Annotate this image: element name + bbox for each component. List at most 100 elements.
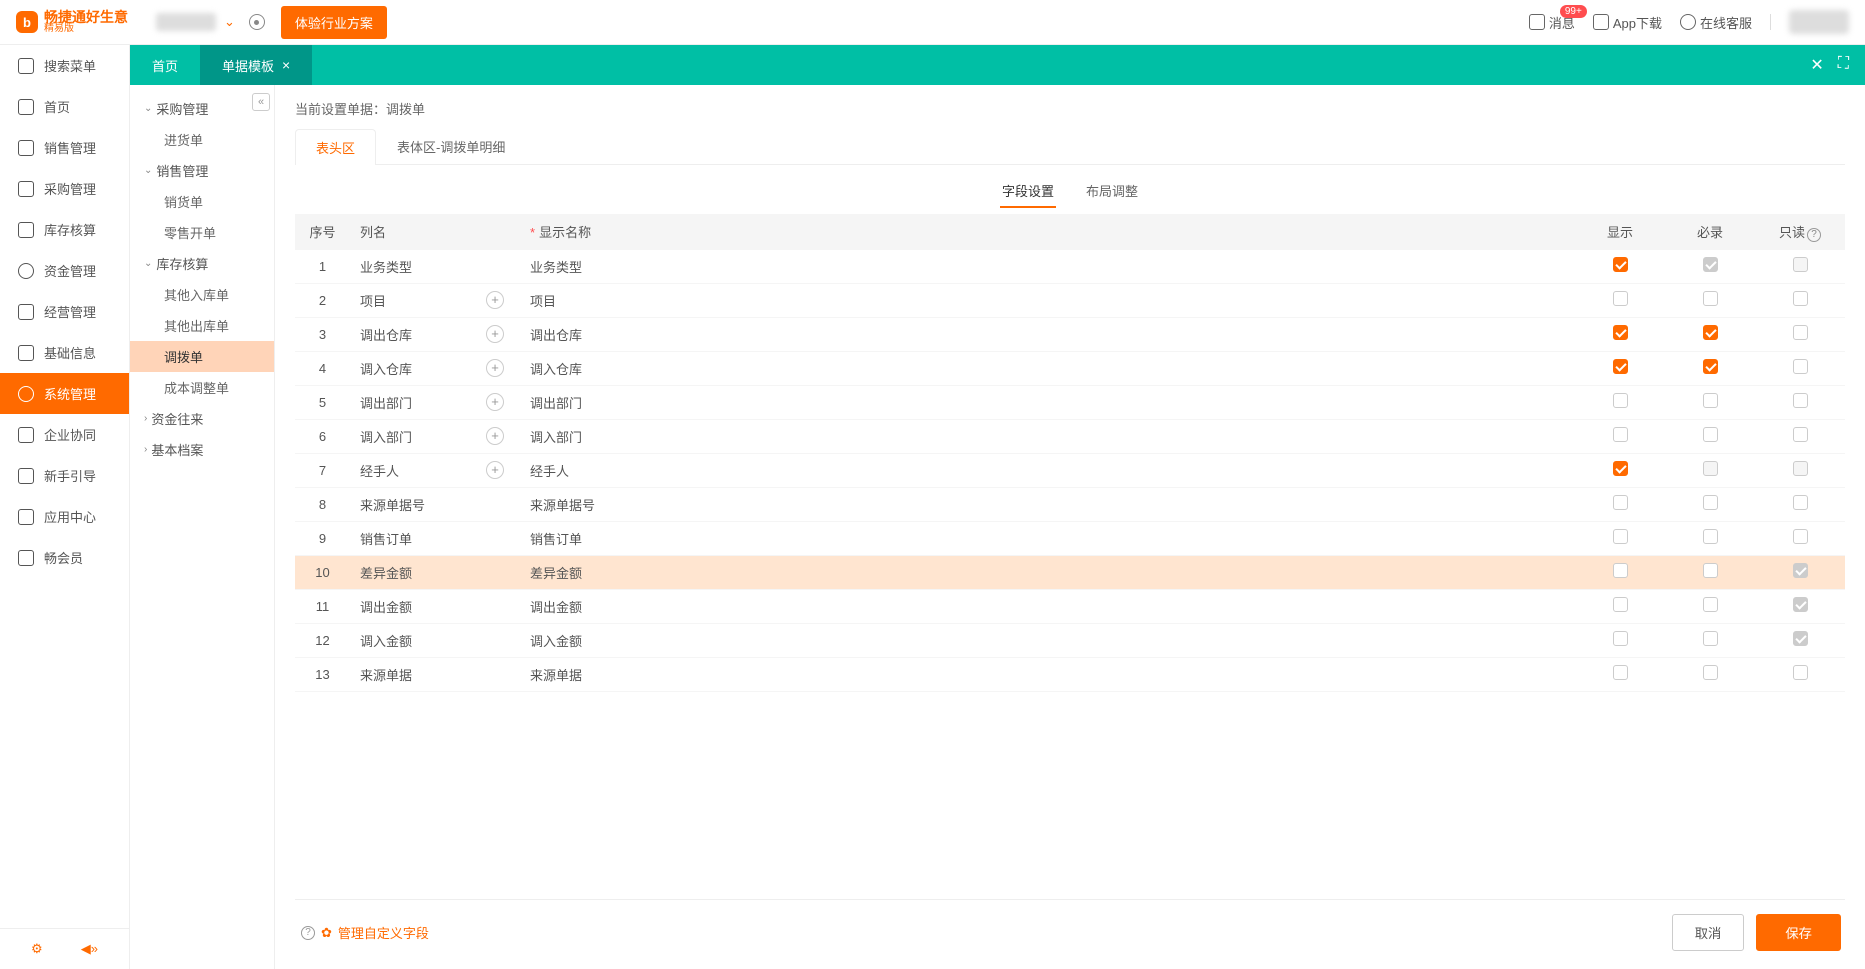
checkbox[interactable]: [1613, 461, 1628, 476]
section-tab[interactable]: 表体区-调拨单明细: [376, 128, 526, 164]
subnav-item[interactable]: 进货单: [130, 124, 274, 155]
checkbox[interactable]: [1703, 393, 1718, 408]
checkbox[interactable]: [1613, 257, 1628, 272]
checkbox[interactable]: [1613, 393, 1628, 408]
messages-button[interactable]: 消息 99+: [1529, 13, 1575, 32]
subnav-item[interactable]: 其他入库单: [130, 279, 274, 310]
subnav-item[interactable]: 调拨单: [130, 341, 274, 372]
subnav-item[interactable]: 零售开单: [130, 217, 274, 248]
checkbox[interactable]: [1613, 495, 1628, 510]
cell-display-name[interactable]: 销售订单: [520, 521, 1575, 555]
plus-icon[interactable]: +: [486, 393, 504, 411]
nav-item-vip[interactable]: 畅会员: [0, 537, 129, 578]
checkbox[interactable]: [1793, 529, 1808, 544]
cell-display-name[interactable]: 差异金额: [520, 555, 1575, 589]
collapse-subnav-icon[interactable]: «: [252, 93, 270, 111]
checkbox[interactable]: [1793, 665, 1808, 680]
cell-display-name[interactable]: 经手人: [520, 453, 1575, 487]
checkbox[interactable]: [1613, 359, 1628, 374]
checkbox[interactable]: [1793, 359, 1808, 374]
tab-首页[interactable]: 首页: [130, 45, 200, 85]
subnav-group[interactable]: ›基本档案: [130, 434, 274, 465]
chevron-down-icon[interactable]: ⌄: [224, 14, 235, 30]
settings-icon[interactable]: ⚙: [31, 941, 43, 957]
gear-icon[interactable]: [249, 14, 265, 30]
collapse-nav-icon[interactable]: ◀»: [81, 941, 98, 957]
checkbox[interactable]: [1703, 563, 1718, 578]
checkbox[interactable]: [1703, 325, 1718, 340]
checkbox[interactable]: [1613, 597, 1628, 612]
checkbox[interactable]: [1793, 427, 1808, 442]
plus-icon[interactable]: +: [486, 461, 504, 479]
plus-icon[interactable]: +: [486, 325, 504, 343]
checkbox[interactable]: [1703, 427, 1718, 442]
checkbox[interactable]: [1703, 495, 1718, 510]
checkbox[interactable]: [1613, 427, 1628, 442]
industry-plan-button[interactable]: 体验行业方案: [281, 6, 387, 39]
checkbox[interactable]: [1793, 325, 1808, 340]
checkbox[interactable]: [1703, 529, 1718, 544]
checkbox[interactable]: [1703, 359, 1718, 374]
checkbox[interactable]: [1613, 665, 1628, 680]
nav-item-stock[interactable]: 库存核算: [0, 209, 129, 250]
nav-item-biz[interactable]: 经营管理: [0, 291, 129, 332]
nav-item-apps[interactable]: 应用中心: [0, 496, 129, 537]
nav-item-sales[interactable]: 销售管理: [0, 127, 129, 168]
cell-display-name[interactable]: 调入部门: [520, 419, 1575, 453]
nav-item-purchase[interactable]: 采购管理: [0, 168, 129, 209]
nav-item-info[interactable]: 基础信息: [0, 332, 129, 373]
help-icon[interactable]: ?: [1807, 228, 1821, 242]
cell-display-name[interactable]: 调出仓库: [520, 317, 1575, 351]
checkbox[interactable]: [1793, 393, 1808, 408]
checkbox[interactable]: [1703, 665, 1718, 680]
subnav-group[interactable]: ›资金往来: [130, 403, 274, 434]
subnav-group[interactable]: ⌄销售管理: [130, 155, 274, 186]
nav-item-collab[interactable]: 企业协同: [0, 414, 129, 455]
cell-display-name[interactable]: 项目: [520, 283, 1575, 317]
help-icon[interactable]: ?: [301, 926, 315, 940]
checkbox[interactable]: [1613, 563, 1628, 578]
checkbox[interactable]: [1613, 291, 1628, 306]
checkbox[interactable]: [1793, 495, 1808, 510]
cell-display-name[interactable]: 来源单据: [520, 657, 1575, 691]
checkbox[interactable]: [1703, 631, 1718, 646]
user-avatar[interactable]: [1789, 10, 1849, 34]
plus-icon[interactable]: +: [486, 359, 504, 377]
online-service-button[interactable]: 在线客服: [1680, 13, 1752, 32]
cell-display-name[interactable]: 调出部门: [520, 385, 1575, 419]
tab-单据模板[interactable]: 单据模板×: [200, 45, 312, 85]
nav-item-guide[interactable]: 新手引导: [0, 455, 129, 496]
nav-item-system[interactable]: 系统管理: [0, 373, 129, 414]
checkbox[interactable]: [1613, 631, 1628, 646]
subnav-group[interactable]: ⌄库存核算: [130, 248, 274, 279]
cancel-button[interactable]: 取消: [1672, 914, 1745, 951]
nav-item-fund[interactable]: 资金管理: [0, 250, 129, 291]
inner-tab[interactable]: 布局调整: [1084, 175, 1140, 208]
section-tab[interactable]: 表头区: [295, 129, 376, 165]
inner-tab[interactable]: 字段设置: [1000, 175, 1056, 208]
subnav-item[interactable]: 销货单: [130, 186, 274, 217]
checkbox[interactable]: [1613, 529, 1628, 544]
plus-icon[interactable]: +: [486, 427, 504, 445]
close-icon[interactable]: ×: [282, 57, 290, 73]
manage-custom-fields-link[interactable]: ? ✿ 管理自定义字段: [299, 923, 429, 942]
checkbox[interactable]: [1703, 291, 1718, 306]
cell-display-name[interactable]: 业务类型: [520, 250, 1575, 284]
cell-display-name[interactable]: 来源单据号: [520, 487, 1575, 521]
checkbox[interactable]: [1793, 291, 1808, 306]
subnav-item[interactable]: 其他出库单: [130, 310, 274, 341]
tab-close-all-icon[interactable]: ✕: [1810, 55, 1823, 75]
fullscreen-icon[interactable]: ⛶: [1838, 55, 1849, 75]
cell-display-name[interactable]: 调出金额: [520, 589, 1575, 623]
save-button[interactable]: 保存: [1756, 914, 1841, 951]
nav-item-search[interactable]: 搜索菜单: [0, 45, 129, 86]
checkbox[interactable]: [1703, 597, 1718, 612]
cell-display-name[interactable]: 调入仓库: [520, 351, 1575, 385]
plus-icon[interactable]: +: [486, 291, 504, 309]
cell-display-name[interactable]: 调入金额: [520, 623, 1575, 657]
nav-item-home[interactable]: 首页: [0, 86, 129, 127]
logo[interactable]: b 畅捷通好生意 精易版: [16, 10, 131, 34]
org-selector[interactable]: ⌄: [156, 13, 281, 31]
app-download-button[interactable]: App下载: [1593, 13, 1662, 32]
subnav-item[interactable]: 成本调整单: [130, 372, 274, 403]
